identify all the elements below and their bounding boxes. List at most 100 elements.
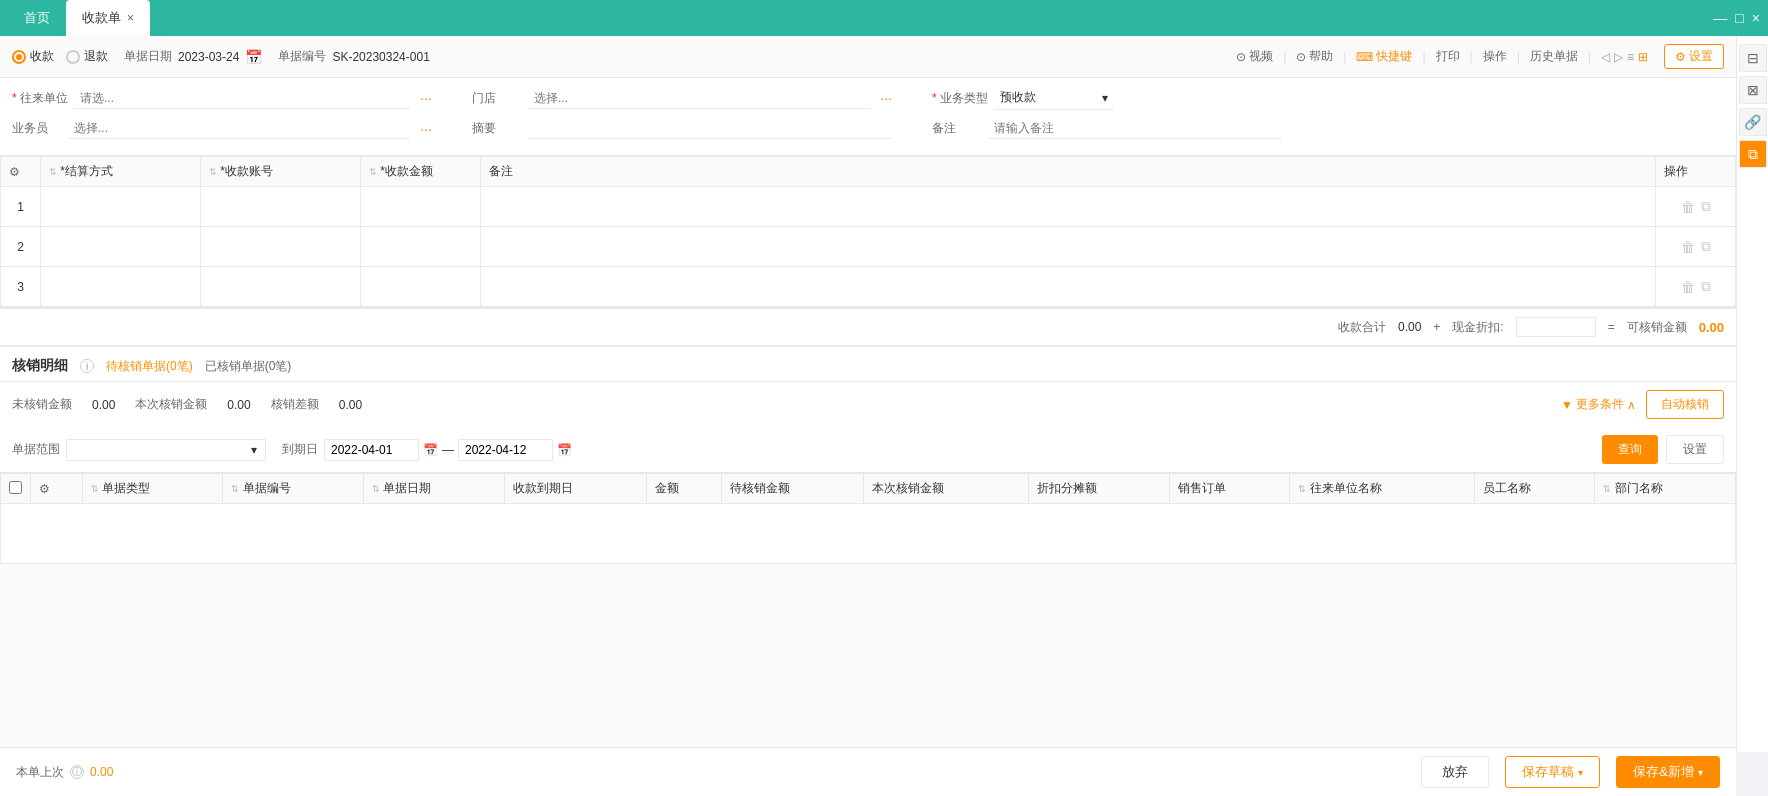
summary-field: 摘要 [472,118,892,139]
radio-refund-dot [66,50,80,64]
operation-link[interactable]: 操作 [1483,48,1507,65]
select-all-checkbox[interactable] [9,481,22,494]
shortcut-link[interactable]: ⌨ 快捷键 [1356,48,1412,65]
row3-settle[interactable] [41,267,201,307]
th-checkbox[interactable] [1,474,31,504]
store-label: 门店 [472,90,522,107]
counterparty-input[interactable] [74,88,410,109]
delete-icon-row1[interactable]: 🗑 [1681,199,1695,215]
row2-settle[interactable] [41,227,201,267]
history-link[interactable]: 历史单据 [1530,48,1578,65]
tab-active[interactable]: 收款单 × [66,0,150,36]
due-date-from[interactable] [324,439,419,461]
verify-gear-icon[interactable]: ⚙ [39,482,50,496]
sidebar-btn-link[interactable]: 🔗 [1739,108,1767,136]
remark-input[interactable] [988,118,1282,139]
settings-gear-icon[interactable]: ⚙ [9,165,20,179]
remark-label: 备注 [932,120,982,137]
sidebar-btn-active[interactable]: ⧉ [1739,140,1767,168]
pending-verify-tab[interactable]: 待核销单据(0笔) [106,358,193,375]
copy-icon-row2[interactable]: ⧉ [1701,238,1711,255]
info-icon[interactable]: i [80,359,94,373]
setting-button[interactable]: ⚙ 设置 [1664,44,1724,69]
date-label: 单据日期 [124,48,172,65]
range-select[interactable]: ▾ [66,439,266,461]
sidebar-btn-2[interactable]: ⊠ [1739,76,1767,104]
sidebar-btn-1[interactable]: ⊟ [1739,44,1767,72]
th-settle: ⇅ *结算方式 [41,157,201,187]
row3-amount[interactable] [361,267,481,307]
row1-amount[interactable] [361,187,481,227]
counterparty-label: * 往来单位 [12,90,68,107]
calendar-icon-from[interactable]: 📅 [423,443,438,457]
copy-icon-row3[interactable]: ⧉ [1701,278,1711,295]
save-draft-button[interactable]: 保存草稿 ▾ [1505,756,1600,788]
minimize-icon[interactable]: — [1713,10,1727,26]
discount-input[interactable] [1516,317,1596,337]
row1-remark[interactable] [481,187,1656,227]
abandon-button[interactable]: 放弃 [1421,756,1489,788]
save-new-button[interactable]: 保存&新增 ▾ [1616,756,1720,788]
radio-refund[interactable]: 退款 [66,48,108,65]
more-conditions-btn[interactable]: ▼ 更多条件 ∧ [1561,396,1636,413]
footer-info-value: 0.00 [90,765,113,779]
print-link[interactable]: 打印 [1436,48,1460,65]
row2-account[interactable] [201,227,361,267]
number-label: 单据编号 [278,48,326,65]
th-v-settings[interactable]: ⚙ [31,474,83,504]
delete-icon-row2[interactable]: 🗑 [1681,239,1695,255]
counterparty-more-icon[interactable]: ··· [420,90,432,106]
store-field: 门店 ··· [472,88,892,109]
footer-info-icon[interactable]: ⓘ [70,765,84,779]
store-input[interactable] [528,88,870,109]
total-value: 0.00 [1398,320,1421,334]
staff-more-icon[interactable]: ··· [420,121,432,137]
due-date-label: 到期日 [282,441,318,458]
row1-action: 🗑 ⧉ [1656,187,1736,227]
copy-icon-row1[interactable]: ⧉ [1701,198,1711,215]
row1-account[interactable] [201,187,361,227]
business-type-select[interactable]: 预收款 ▾ [994,86,1114,110]
prev-icon[interactable]: ◁ [1601,50,1610,64]
radio-receipt[interactable]: 收款 [12,48,54,65]
video-link[interactable]: ⊙ 视频 [1236,48,1273,65]
close-window-icon[interactable]: × [1752,10,1760,26]
row2-amount[interactable] [361,227,481,267]
store-more-icon[interactable]: ··· [880,90,892,106]
help-link[interactable]: ⊙ 帮助 [1296,48,1333,65]
next-icon[interactable]: ▷ [1614,50,1623,64]
grid-icon[interactable]: ⊞ [1638,50,1648,64]
menu-icon[interactable]: ≡ [1627,50,1634,64]
query-button[interactable]: 查询 [1602,435,1658,464]
verified-tab[interactable]: 已核销单据(0笔) [205,358,292,375]
row3-account[interactable] [201,267,361,307]
tab-home[interactable]: 首页 [8,0,66,36]
th-action: 操作 [1656,157,1736,187]
remark-field: 备注 [932,118,1282,139]
circle-icon: ⊙ [1236,50,1246,64]
calendar-icon-to[interactable]: 📅 [557,443,572,457]
divider3: | [1422,50,1425,64]
staff-input[interactable] [68,118,410,139]
form-row-1: * 往来单位 ··· 门店 ··· [12,86,1724,110]
funnel-icon: ▼ [1561,398,1573,412]
summary-input[interactable] [528,118,892,139]
delete-icon-row3[interactable]: 🗑 [1681,279,1695,295]
th-doc-num: ⇅ 单据编号 [223,474,364,504]
setting-gear-icon: ⚙ [1675,50,1686,64]
th-doc-type: ⇅ 单据类型 [82,474,223,504]
verify-setting-button[interactable]: 设置 [1666,435,1724,464]
range-filter: 单据范围 ▾ [12,439,266,461]
row2-remark[interactable] [481,227,1656,267]
row1-settle[interactable] [41,187,201,227]
row3-remark[interactable] [481,267,1656,307]
maximize-icon[interactable]: □ [1735,10,1743,26]
staff-label: 业务员 [12,120,62,137]
tab-close-icon[interactable]: × [127,11,134,25]
calendar-icon[interactable]: 📅 [245,49,262,65]
table-row: 1 🗑 ⧉ [1,187,1736,227]
due-date-to[interactable] [458,439,553,461]
th-settings[interactable]: ⚙ [1,157,41,187]
auto-verify-button[interactable]: 自动核销 [1646,390,1724,419]
radio-receipt-dot [12,50,26,64]
